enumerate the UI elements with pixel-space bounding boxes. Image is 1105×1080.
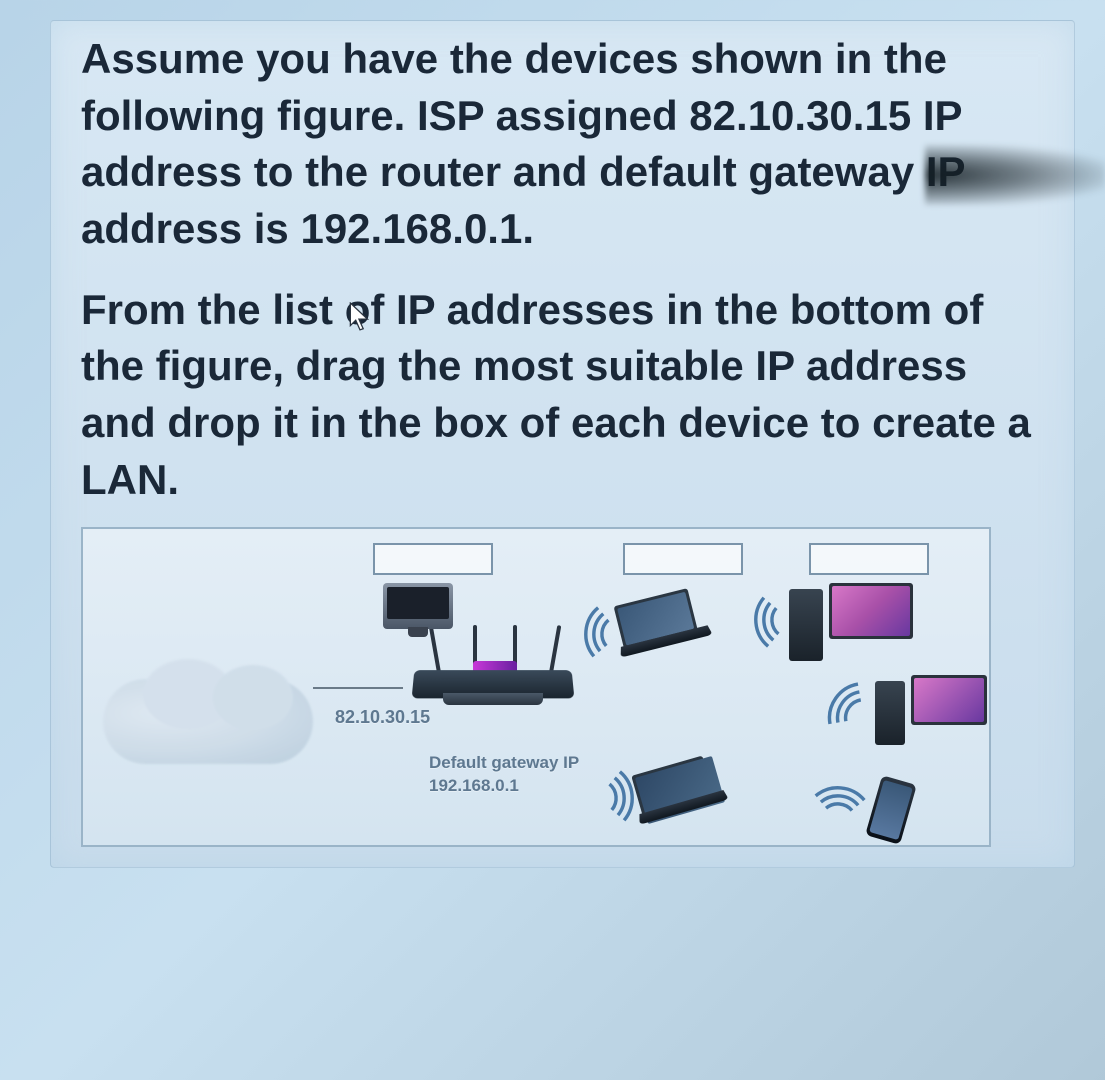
question-paragraph-1: Assume you have the devices shown in the… xyxy=(81,31,1044,258)
wireless-signal-icon xyxy=(808,765,873,830)
pc-tower-icon-2 xyxy=(875,681,905,745)
drop-target-device-1[interactable] xyxy=(373,543,493,575)
isp-cloud-icon xyxy=(103,679,313,764)
mouse-cursor-icon xyxy=(348,302,372,332)
wireless-signal-icon xyxy=(817,677,870,730)
router-icon xyxy=(413,629,573,699)
visual-smudge-artifact xyxy=(925,145,1105,205)
pc-monitor-icon-1 xyxy=(829,583,913,639)
desktop-monitor-stand-icon xyxy=(408,627,428,637)
question-paragraph-2: From the list of IP addresses in the bot… xyxy=(81,282,1044,509)
isp-assigned-ip-label: 82.10.30.15 xyxy=(335,707,430,728)
drop-target-device-2[interactable] xyxy=(623,543,743,575)
isp-router-link-line xyxy=(313,687,403,689)
desktop-monitor-icon xyxy=(383,583,453,629)
default-gateway-ip-label: 192.168.0.1 xyxy=(429,776,519,796)
smartphone-icon xyxy=(865,775,917,845)
laptop-icon-1 xyxy=(614,585,713,661)
pc-monitor-icon-2 xyxy=(911,675,987,725)
question-card: Assume you have the devices shown in the… xyxy=(50,20,1075,868)
laptop-icon-2 xyxy=(631,752,729,828)
network-diagram: 82.10.30.15 Default gateway IP 192.168.0… xyxy=(81,527,991,847)
pc-tower-icon-1 xyxy=(789,589,823,661)
drop-target-device-3[interactable] xyxy=(809,543,929,575)
default-gateway-text-label: Default gateway IP xyxy=(429,753,579,773)
